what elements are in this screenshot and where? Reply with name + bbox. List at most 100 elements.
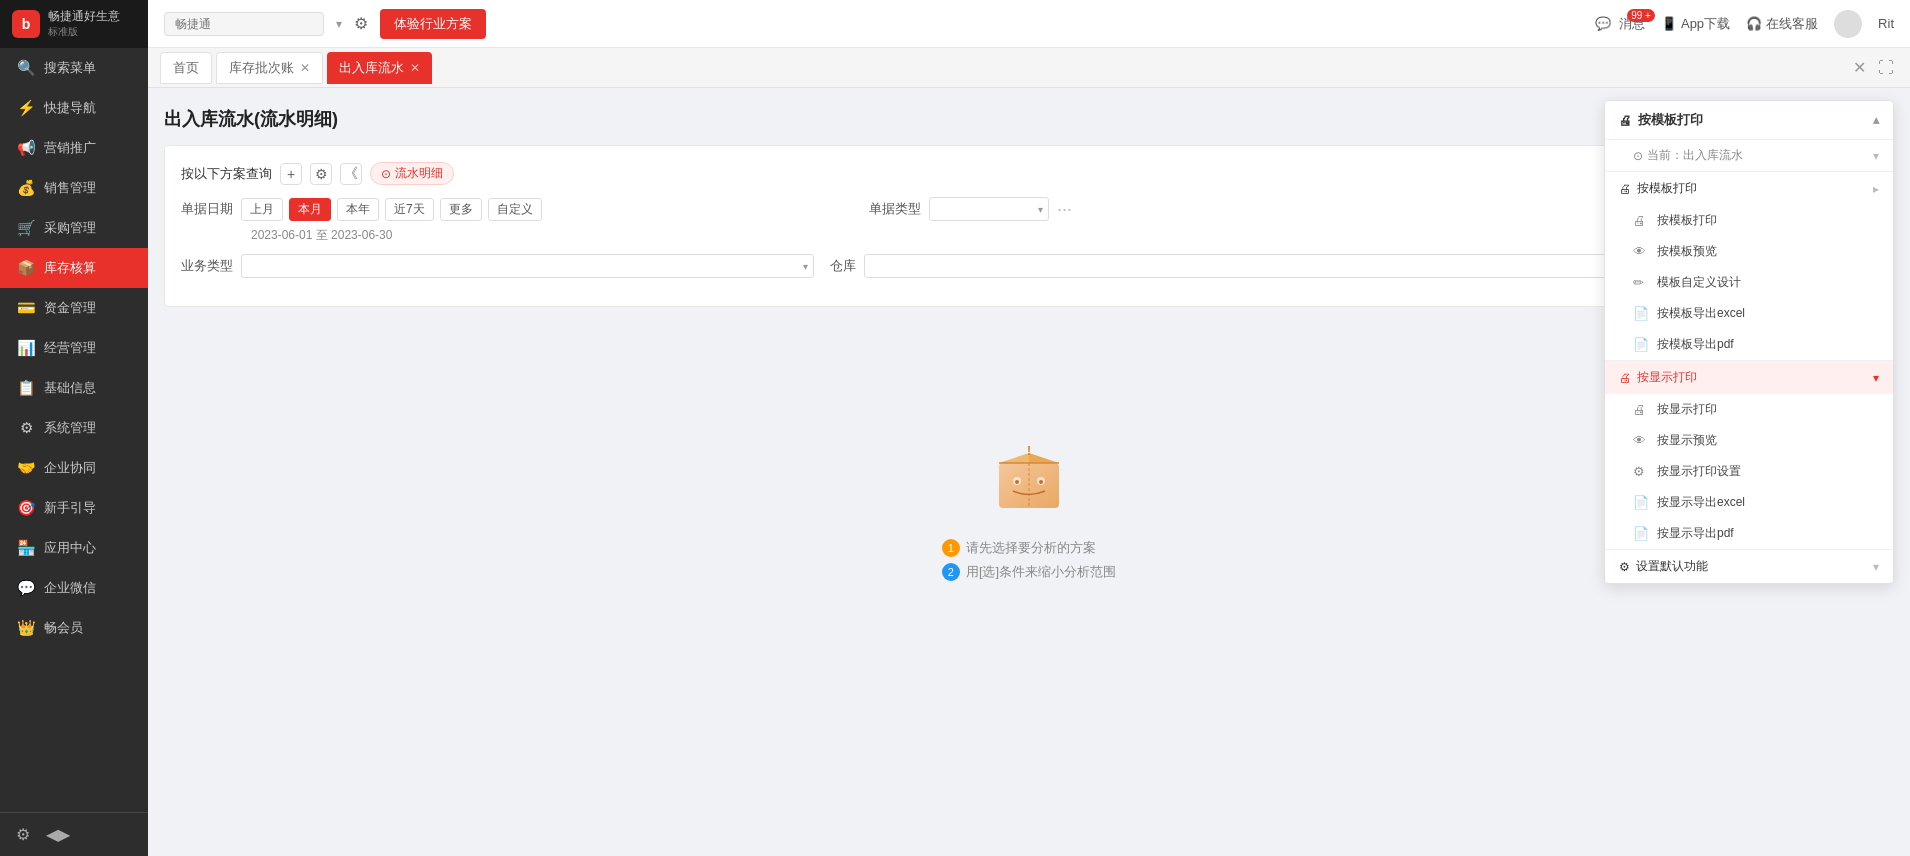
filter-settings-btn[interactable]: ⚙ — [310, 163, 332, 185]
filter-label: 按以下方案查询 — [181, 165, 272, 183]
template-section-arrow: ▸ — [1873, 182, 1879, 196]
service-icon: 🎧 — [1746, 16, 1762, 31]
collapse-icon[interactable]: ◀▶ — [46, 825, 70, 844]
header-search-input[interactable] — [164, 12, 324, 36]
message-badge: 99 + — [1627, 9, 1655, 22]
biztype-select[interactable] — [241, 254, 814, 278]
dropdown-item-display-print[interactable]: 🖨 按显示打印 — [1605, 394, 1893, 425]
dropdown-item-template-design[interactable]: ✏ 模板自定义设计 — [1605, 267, 1893, 298]
empty-illustration: ! — [979, 423, 1079, 523]
app-name: 畅捷通好生意 — [48, 9, 120, 25]
finance-icon: 💳 — [16, 299, 36, 317]
dropdown-item-template-pdf[interactable]: 📄 按模板导出pdf — [1605, 329, 1893, 360]
dropdown-item-display-pdf[interactable]: 📄 按显示导出pdf — [1605, 518, 1893, 549]
filter-tag: ⊙ 流水明细 — [370, 162, 454, 185]
filter-add-btn[interactable]: + — [280, 163, 302, 185]
disp-preview-icon: 👁 — [1633, 433, 1649, 449]
avatar[interactable] — [1834, 10, 1862, 38]
dropdown-display-header[interactable]: 🖨 按显示打印 ▾ — [1605, 361, 1893, 394]
dropdown-item-template-print[interactable]: 🖨 按模板打印 — [1605, 205, 1893, 236]
date-btn-7days[interactable]: 近7天 — [385, 198, 434, 221]
dropdown-collapse-arrow[interactable]: ▴ — [1873, 113, 1879, 127]
appcenter-icon: 🏪 — [16, 539, 36, 557]
tip-item-2: 2 用[选]条件来缩小分析范围 — [942, 563, 1116, 581]
svg-point-8 — [1039, 480, 1043, 484]
marketing-icon: 📢 — [16, 139, 36, 157]
operations-icon: 📊 — [16, 339, 36, 357]
header-search-arrow[interactable]: ▾ — [336, 17, 342, 31]
dropdown-item-display-preview[interactable]: 👁 按显示预览 — [1605, 425, 1893, 456]
disp-print-icon: 🖨 — [1633, 402, 1649, 418]
doctype-more-icon[interactable]: ··· — [1057, 199, 1072, 220]
tab-close-all-btn[interactable]: ✕ — [1849, 54, 1870, 81]
sidebar-item-inventory[interactable]: 📦 库存核算 — [0, 248, 148, 288]
dropdown-footer[interactable]: ⚙ 设置默认功能 ▾ — [1605, 550, 1893, 583]
basicinfo-icon: 📋 — [16, 379, 36, 397]
tab-flow[interactable]: 出入库流水 ✕ — [327, 52, 432, 84]
tag-icon: ⊙ — [381, 167, 391, 181]
tab-bar-right: ✕ ⛶ — [1849, 54, 1898, 81]
header: ▾ ⚙ 体验行业方案 💬 99 + 消息 📱 App下载 🎧 在线客服 Rit — [148, 0, 1910, 48]
tab-batch-account-close[interactable]: ✕ — [300, 61, 310, 75]
sidebar: b 畅捷通好生意 标准版 🔍 搜索菜单 ⚡ 快捷导航 📢 营销推广 💰 销售管理… — [0, 0, 148, 856]
display-section-arrow: ▾ — [1873, 371, 1879, 385]
tab-batch-account[interactable]: 库存批次账 ✕ — [216, 52, 323, 84]
sidebar-item-app-center[interactable]: 🏪 应用中心 — [0, 528, 148, 568]
header-gear-icon[interactable]: ⚙ — [354, 14, 368, 33]
empty-tips: 1 请先选择要分析的方案 2 用[选]条件来缩小分析范围 — [942, 539, 1116, 587]
settings-icon[interactable]: ⚙ — [16, 825, 30, 844]
tab-home[interactable]: 首页 — [160, 52, 212, 84]
tab-expand-btn[interactable]: ⛶ — [1874, 55, 1898, 81]
sidebar-item-purchase[interactable]: 🛒 采购管理 — [0, 208, 148, 248]
enterprise-icon: 🤝 — [16, 459, 36, 477]
dropdown-item-display-settings[interactable]: ⚙ 按显示打印设置 — [1605, 456, 1893, 487]
sidebar-item-wechat[interactable]: 💬 企业微信 — [0, 568, 148, 608]
print-dropdown-panel: 🖨 按模板打印 ▴ ⊙ 当前：出入库流水 ▾ 🖨 按模板打印 ▸ — [1604, 100, 1894, 584]
dropdown-print-icon: 🖨 — [1619, 113, 1632, 128]
date-btn-more[interactable]: 更多 — [440, 198, 482, 221]
date-btn-custom[interactable]: 自定义 — [488, 198, 542, 221]
sidebar-item-system[interactable]: ⚙ 系统管理 — [0, 408, 148, 448]
dropdown-item-template-preview[interactable]: 👁 按模板预览 — [1605, 236, 1893, 267]
sidebar-item-basic-info[interactable]: 📋 基础信息 — [0, 368, 148, 408]
sidebar-item-marketing[interactable]: 📢 营销推广 — [0, 128, 148, 168]
tip-item-1: 1 请先选择要分析的方案 — [942, 539, 1116, 557]
date-range-text: 2023-06-01 至 2023-06-30 — [251, 228, 392, 242]
svg-marker-2 — [1029, 453, 1059, 463]
tab-bar: 首页 库存批次账 ✕ 出入库流水 ✕ ✕ ⛶ — [148, 48, 1910, 88]
sidebar-item-guide[interactable]: 🎯 新手引导 — [0, 488, 148, 528]
tab-flow-close[interactable]: ✕ — [410, 61, 420, 75]
svg-text:!: ! — [1027, 444, 1031, 458]
message-btn[interactable]: 💬 99 + 消息 — [1595, 15, 1645, 33]
sidebar-item-search[interactable]: 🔍 搜索菜单 — [0, 48, 148, 88]
system-icon: ⚙ — [16, 419, 36, 437]
disp-settings-icon: ⚙ — [1633, 464, 1649, 480]
date-quick-group: 上月 本月 本年 近7天 更多 自定义 — [241, 198, 542, 221]
date-btn-this-year[interactable]: 本年 — [337, 198, 379, 221]
sidebar-item-enterprise[interactable]: 🤝 企业协同 — [0, 448, 148, 488]
date-btn-this-month[interactable]: 本月 — [289, 198, 331, 221]
sidebar-item-member[interactable]: 👑 畅会员 — [0, 608, 148, 648]
message-icon: 💬 — [1595, 16, 1611, 31]
online-service-btn[interactable]: 🎧 在线客服 — [1746, 15, 1818, 33]
trial-btn[interactable]: 体验行业方案 — [380, 9, 486, 39]
doctype-select[interactable] — [929, 197, 1049, 221]
app-download-btn[interactable]: 📱 App下载 — [1661, 15, 1730, 33]
page-title: 出入库流水(流水明细) — [164, 107, 338, 131]
purchase-icon: 🛒 — [16, 219, 36, 237]
dropdown-item-display-excel[interactable]: 📄 按显示导出excel — [1605, 487, 1893, 518]
item-pdf-icon: 📄 — [1633, 337, 1649, 353]
dropdown-item-template-excel[interactable]: 📄 按模板导出excel — [1605, 298, 1893, 329]
display-section-icon: 🖨 — [1619, 371, 1631, 385]
sidebar-item-sales[interactable]: 💰 销售管理 — [0, 168, 148, 208]
sidebar-item-quick-nav[interactable]: ⚡ 快捷导航 — [0, 88, 148, 128]
sidebar-item-finance[interactable]: 💳 资金管理 — [0, 288, 148, 328]
date-btn-last-month[interactable]: 上月 — [241, 198, 283, 221]
disp-excel-icon: 📄 — [1633, 495, 1649, 511]
sales-icon: 💰 — [16, 179, 36, 197]
filter-collapse-sidebar-btn[interactable]: 《 — [340, 163, 362, 185]
dropdown-template-header[interactable]: 🖨 按模板打印 ▸ — [1605, 172, 1893, 205]
sidebar-item-operations[interactable]: 📊 经营管理 — [0, 328, 148, 368]
date-field-label: 单据日期 — [181, 200, 233, 218]
username: Rit — [1878, 16, 1894, 31]
